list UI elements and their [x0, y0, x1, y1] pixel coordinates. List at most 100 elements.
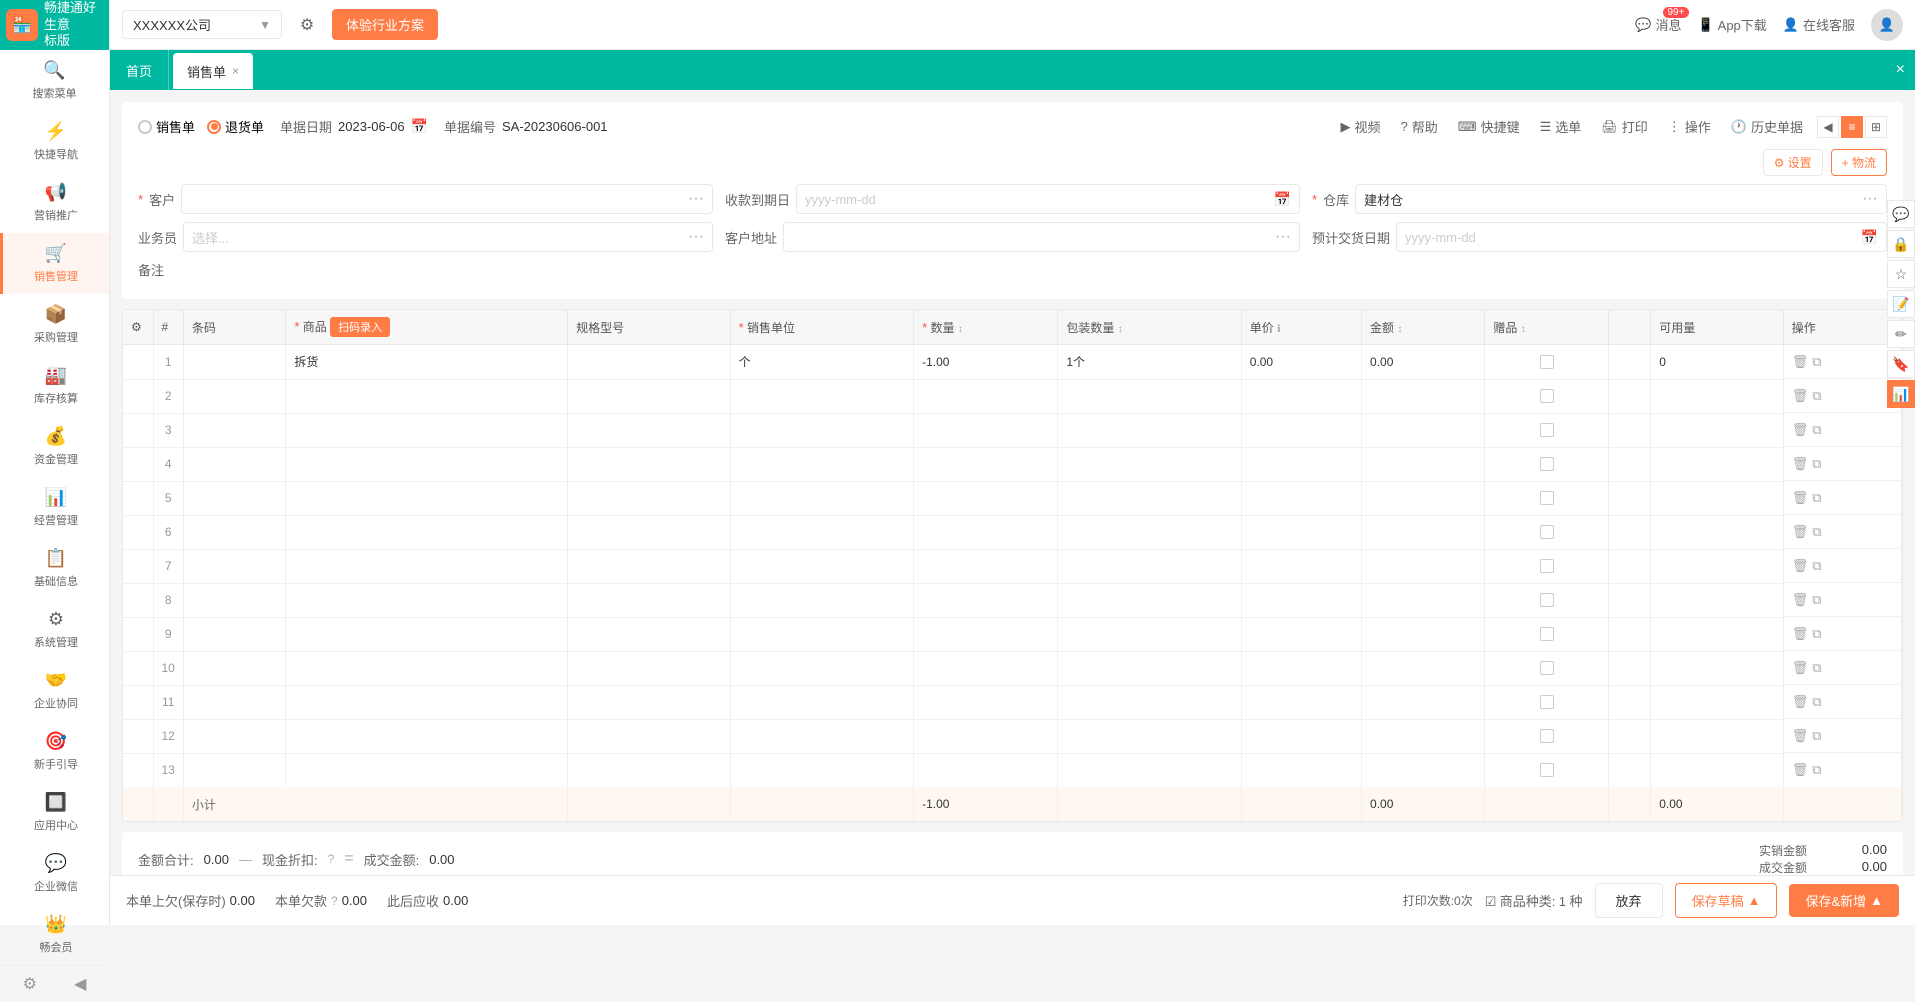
- print-button[interactable]: 🖨 打印: [1595, 114, 1654, 139]
- row-unit-cell[interactable]: [730, 447, 913, 481]
- rf-chat-icon[interactable]: 💬: [1887, 200, 1915, 228]
- row-op-cell[interactable]: 🗑 ⧉: [1784, 651, 1902, 685]
- row-pkg-cell[interactable]: [1058, 515, 1241, 549]
- row-product-cell[interactable]: [286, 651, 568, 685]
- delete-row-icon[interactable]: 🗑: [1792, 558, 1809, 574]
- sidebar-item-purchase[interactable]: 📦 采购管理: [0, 294, 109, 355]
- sidebar-item-marketing[interactable]: 📢 营销推广: [0, 172, 109, 233]
- copy-row-icon[interactable]: ⧉: [1812, 728, 1821, 744]
- row-spec-cell[interactable]: [568, 413, 730, 447]
- row-quantity-cell[interactable]: [914, 617, 1058, 651]
- delete-row-icon[interactable]: 🗑: [1792, 660, 1809, 676]
- sidebar-item-quick-nav[interactable]: ⚡ 快捷导航: [0, 111, 109, 172]
- row-gift-cell[interactable]: [1485, 685, 1608, 719]
- company-selector[interactable]: XXXXXX公司 ▼: [122, 10, 282, 39]
- list-view-btn[interactable]: ≡: [1841, 116, 1863, 138]
- product-kind-icon[interactable]: ☑: [1485, 894, 1497, 909]
- rf-orange-icon[interactable]: 📊: [1887, 380, 1915, 408]
- row-price-cell[interactable]: [1241, 651, 1361, 685]
- sidebar-item-member[interactable]: 👑 畅会员: [0, 904, 109, 965]
- row-price-cell[interactable]: [1241, 447, 1361, 481]
- operation-button[interactable]: ⋮ 操作: [1662, 114, 1717, 139]
- col-header-settings[interactable]: ⚙: [123, 310, 153, 345]
- copy-row-icon[interactable]: ⧉: [1812, 456, 1821, 472]
- row-op-cell[interactable]: 🗑 ⧉: [1784, 549, 1902, 583]
- settings-icon[interactable]: ⚙: [23, 974, 37, 994]
- delete-row-icon[interactable]: 🗑: [1792, 490, 1809, 506]
- experience-button[interactable]: 体验行业方案: [332, 9, 438, 40]
- prev-view-btn[interactable]: ◀: [1817, 116, 1839, 138]
- delete-row-icon[interactable]: 🗑: [1792, 694, 1809, 710]
- row-pkg-cell[interactable]: [1058, 413, 1241, 447]
- row-quantity-cell[interactable]: [914, 583, 1058, 617]
- row-barcode-cell[interactable]: [183, 447, 286, 481]
- row-pkg-cell[interactable]: [1058, 617, 1241, 651]
- delete-row-icon[interactable]: 🗑: [1792, 456, 1809, 472]
- row-amount-cell[interactable]: [1362, 515, 1485, 549]
- delete-row-icon[interactable]: 🗑: [1792, 728, 1809, 744]
- row-quantity-cell[interactable]: [914, 413, 1058, 447]
- sidebar-item-finance[interactable]: 💰 资金管理: [0, 416, 109, 477]
- row-amount-cell[interactable]: [1362, 685, 1485, 719]
- delete-row-icon[interactable]: 🗑: [1792, 354, 1809, 370]
- row-product-cell[interactable]: [286, 719, 568, 753]
- sidebar-item-wechat[interactable]: 💬 企业微信: [0, 843, 109, 904]
- rf-note-icon[interactable]: 📝: [1887, 290, 1915, 318]
- row-op-cell[interactable]: 🗑 ⧉: [1784, 379, 1902, 413]
- row-op-cell[interactable]: 🗑 ⧉: [1784, 719, 1902, 753]
- copy-row-icon[interactable]: ⧉: [1812, 694, 1821, 710]
- delete-row-icon[interactable]: 🗑: [1792, 422, 1809, 438]
- row-pkg-cell[interactable]: [1058, 719, 1241, 753]
- save-new-button[interactable]: 保存&新增 ▲: [1789, 884, 1899, 917]
- row-pkg-cell[interactable]: [1058, 753, 1241, 787]
- row-unit-cell[interactable]: [730, 685, 913, 719]
- row-gift-cell[interactable]: [1485, 345, 1608, 380]
- salesperson-more-icon[interactable]: ···: [688, 228, 704, 246]
- row-barcode-cell[interactable]: [183, 617, 286, 651]
- warehouse-more-icon[interactable]: ···: [1862, 190, 1878, 208]
- sidebar-item-apps[interactable]: 🔲 应用中心: [0, 782, 109, 843]
- row-quantity-cell[interactable]: [914, 753, 1058, 787]
- delete-row-icon[interactable]: 🗑: [1792, 762, 1809, 778]
- row-op-cell[interactable]: 🗑 ⧉: [1784, 583, 1902, 617]
- row-amount-cell[interactable]: 0.00: [1362, 345, 1485, 380]
- delete-row-icon[interactable]: 🗑: [1792, 592, 1809, 608]
- grid-view-btn[interactable]: ⊞: [1865, 116, 1887, 138]
- debt-help-icon[interactable]: ?: [331, 894, 338, 908]
- row-pkg-cell[interactable]: [1058, 379, 1241, 413]
- row-price-cell[interactable]: [1241, 413, 1361, 447]
- copy-row-icon[interactable]: ⧉: [1812, 558, 1821, 574]
- help-button[interactable]: ? 帮助: [1395, 114, 1444, 139]
- row-barcode-cell[interactable]: [183, 651, 286, 685]
- row-amount-cell[interactable]: [1362, 651, 1485, 685]
- row-quantity-cell[interactable]: [914, 651, 1058, 685]
- logistics-button[interactable]: + 物流: [1831, 149, 1887, 176]
- row-op-cell[interactable]: 🗑 ⧉: [1784, 481, 1902, 515]
- copy-row-icon[interactable]: ⧉: [1812, 354, 1821, 370]
- row-op-cell[interactable]: 🗑 ⧉: [1784, 345, 1902, 379]
- row-gift-cell[interactable]: [1485, 413, 1608, 447]
- row-price-cell[interactable]: [1241, 719, 1361, 753]
- row-amount-cell[interactable]: [1362, 447, 1485, 481]
- row-product-cell[interactable]: [286, 447, 568, 481]
- tab-sales-order[interactable]: 销售单 ×: [173, 53, 253, 89]
- row-barcode-cell[interactable]: [183, 583, 286, 617]
- row-gift-cell[interactable]: [1485, 583, 1608, 617]
- row-op-cell[interactable]: 🗑 ⧉: [1784, 447, 1902, 481]
- row-op-cell[interactable]: 🗑 ⧉: [1784, 753, 1902, 787]
- message-button[interactable]: 💬 消息 99+: [1635, 15, 1681, 34]
- row-price-cell[interactable]: [1241, 481, 1361, 515]
- row-gift-cell[interactable]: [1485, 617, 1608, 651]
- tab-close-icon[interactable]: ×: [232, 64, 239, 78]
- row-unit-cell[interactable]: [730, 719, 913, 753]
- expected-date-input[interactable]: yyyy-mm-dd 📅: [1396, 222, 1887, 252]
- customer-address-input[interactable]: ···: [783, 222, 1300, 252]
- delete-row-icon[interactable]: 🗑: [1792, 524, 1809, 540]
- delete-row-icon[interactable]: 🗑: [1792, 626, 1809, 642]
- row-op-cell[interactable]: 🗑 ⧉: [1784, 685, 1902, 719]
- copy-row-icon[interactable]: ⧉: [1812, 422, 1821, 438]
- row-pkg-cell[interactable]: [1058, 481, 1241, 515]
- sidebar-item-inventory[interactable]: 🏭 库存核算: [0, 355, 109, 416]
- row-spec-cell[interactable]: [568, 753, 730, 787]
- settings-button[interactable]: ⚙: [292, 10, 322, 40]
